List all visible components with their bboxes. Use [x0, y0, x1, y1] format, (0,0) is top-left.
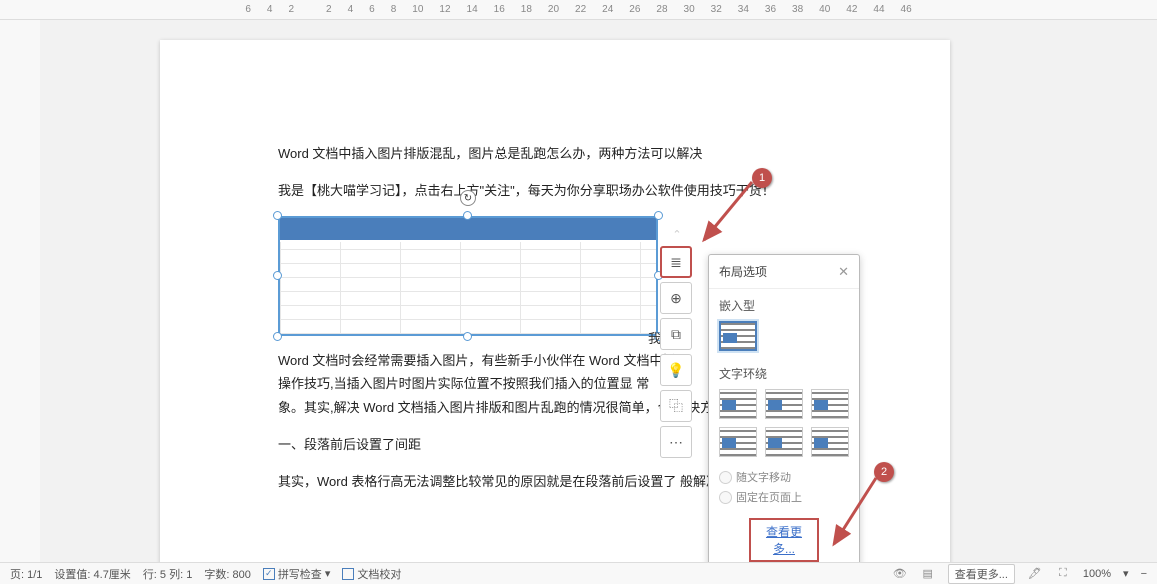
chevron-down-icon: ▾ — [325, 567, 331, 580]
image-content — [278, 216, 658, 336]
section-inline-label: 嵌入型 — [709, 289, 859, 318]
collapse-caret-icon[interactable]: ⌃ — [660, 228, 694, 242]
status-bar: 页: 1/1 设置值: 4.7厘米 行: 5 列: 1 字数: 800 ✓拼写检… — [0, 562, 1157, 584]
paragraph-1: Word 文档中插入图片排版混乱，图片总是乱跑怎么办，两种方法可以解决 — [278, 142, 838, 165]
zoom-level[interactable]: 100% — [1083, 568, 1111, 580]
layout-options-button[interactable]: ≣ — [660, 246, 692, 278]
image-side-toolbar: ⌃ ≣ ⊕ ⧉ 💡 ⿻ ⋯ — [660, 228, 694, 458]
resize-handle-bm[interactable] — [463, 332, 472, 341]
resize-handle-tr[interactable] — [654, 211, 663, 220]
wrap-behind-thumb[interactable] — [765, 427, 803, 457]
callout-marker-2: 2 — [874, 462, 894, 482]
wrap-front-thumb[interactable] — [811, 427, 849, 457]
see-more-box[interactable]: 查看更多... — [948, 564, 1015, 584]
wrap-topbottom-thumb[interactable] — [719, 427, 757, 457]
resize-handle-ml[interactable] — [273, 271, 282, 280]
copy-button[interactable]: ⿻ — [660, 390, 692, 422]
wrap-square-thumb[interactable] — [719, 389, 757, 419]
rotate-handle[interactable]: ↻ — [460, 190, 476, 206]
fix-on-page-radio[interactable]: 固定在页面上 — [719, 489, 849, 505]
wrap-tight-thumb[interactable] — [765, 389, 803, 419]
wrap-inline-thumb[interactable] — [719, 321, 757, 351]
crop-button[interactable]: ⧉ — [660, 318, 692, 350]
layout-icon: ≣ — [670, 254, 682, 271]
copy-icon: ⿻ — [669, 396, 683, 416]
resize-handle-tm[interactable] — [463, 211, 472, 220]
horizontal-ruler[interactable]: 6422468101214161820222426283032343638404… — [0, 0, 1157, 20]
status-setvalue[interactable]: 设置值: 4.7厘米 — [54, 566, 130, 582]
status-word-count[interactable]: 字数: 800 — [204, 566, 250, 582]
spell-check-toggle[interactable]: ✓拼写检查 ▾ — [263, 566, 331, 582]
layout-options-panel: 布局选项 ✕ 嵌入型 文字环绕 随文字移动 固定在页面上 查看更多... — [708, 254, 860, 571]
status-line-col[interactable]: 行: 5 列: 1 — [143, 566, 193, 582]
resize-handle-bl[interactable] — [273, 332, 282, 341]
crop-icon: ⧉ — [671, 326, 681, 343]
lightbulb-icon: 💡 — [667, 362, 684, 379]
callout-marker-1: 1 — [752, 168, 772, 188]
idea-button[interactable]: 💡 — [660, 354, 692, 386]
status-page[interactable]: 页: 1/1 — [10, 566, 42, 582]
move-with-text-radio[interactable]: 随文字移动 — [719, 469, 849, 485]
wrap-through-thumb[interactable] — [811, 389, 849, 419]
chevron-down-icon[interactable]: ▾ — [1123, 567, 1129, 580]
magnifier-icon: ⊕ — [670, 290, 682, 307]
close-icon[interactable]: ✕ — [838, 264, 849, 280]
reading-layout-icon[interactable]: ▤ — [920, 566, 936, 582]
brush-icon[interactable]: 🖋 — [1027, 566, 1043, 582]
view-mode-icon[interactable]: 👁 — [892, 566, 908, 582]
more-button[interactable]: ⋯ — [660, 426, 692, 458]
resize-handle-tl[interactable] — [273, 211, 282, 220]
more-icon: ⋯ — [669, 434, 683, 451]
zoom-button[interactable]: ⊕ — [660, 282, 692, 314]
vertical-ruler[interactable] — [0, 20, 40, 564]
panel-title: 布局选项 — [719, 263, 767, 280]
see-more-link[interactable]: 查看更多... — [749, 518, 819, 562]
selected-image[interactable]: ↻ — [278, 216, 658, 336]
zoom-out-button[interactable]: − — [1141, 568, 1147, 580]
fit-page-icon[interactable]: ⛶ — [1055, 566, 1071, 582]
document-proof-button[interactable]: 文档校对 — [342, 566, 401, 582]
section-wrap-label: 文字环绕 — [709, 357, 859, 386]
